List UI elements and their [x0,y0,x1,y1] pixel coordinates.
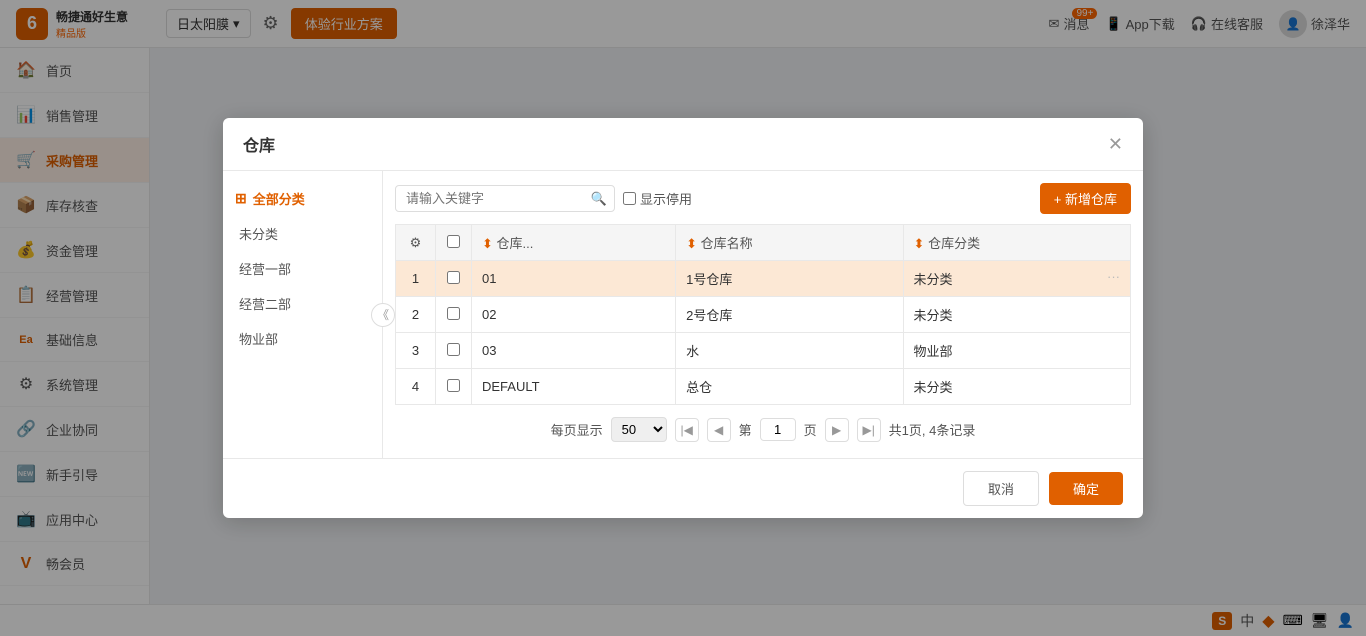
table-toolbar: 🔍 显示停用 + 新增仓库 [395,183,1131,214]
sort-icon-code: ⬍ [482,236,493,251]
category-item-ops2[interactable]: 经营二部 [223,286,382,321]
td-code-2: 03 [472,333,676,369]
page-input[interactable] [760,418,796,441]
table-row: 1 01 1号仓库 未分类··· [396,261,1131,297]
first-page-button[interactable]: |◀ [675,418,699,442]
table-header-row: ⚙ ⬍ 仓库... ⬍ 仓库名称 [396,225,1131,261]
table-area: 🔍 显示停用 + 新增仓库 ⚙ [383,171,1143,458]
modal-footer: 取消 确定 [223,458,1143,518]
td-category-0: 未分类··· [903,261,1130,297]
modal-overlay: 仓库 ✕ ⊞ 全部分类 未分类 经营一部 经营二部 物业部 《 [0,0,1366,636]
row-checkbox-0[interactable] [447,271,460,284]
show-disabled-checkbox[interactable] [623,192,636,205]
category-item-unclassified[interactable]: 未分类 [223,216,382,251]
prev-page-button[interactable]: ◀ [707,418,731,442]
table-row: 3 03 水 物业部 [396,333,1131,369]
select-all-checkbox[interactable] [447,235,460,248]
td-checkbox-1[interactable] [436,297,472,333]
td-name-0: 1号仓库 [676,261,903,297]
table-body: 1 01 1号仓库 未分类··· 2 02 2号仓库 未分类 3 03 水 物业… [396,261,1131,405]
all-category-header[interactable]: ⊞ 全部分类 [223,181,382,216]
sort-icon-name: ⬍ [686,236,697,251]
td-checkbox-3[interactable] [436,369,472,405]
row-ellipsis-0[interactable]: ··· [1107,269,1120,284]
td-name-1: 2号仓库 [676,297,903,333]
td-code-0: 01 [472,261,676,297]
table-scroll: ⚙ ⬍ 仓库... ⬍ 仓库名称 [395,224,1131,405]
row-checkbox-2[interactable] [447,343,460,356]
td-num-3: 4 [396,369,436,405]
sort-icon-category: ⬍ [914,236,925,251]
th-checkbox [436,225,472,261]
modal-header: 仓库 ✕ [223,118,1143,171]
pagination: 每页显示 50 20 100 |◀ ◀ 第 页 ▶ ▶| 共1页, 4条记录 [395,405,1131,446]
row-checkbox-3[interactable] [447,379,460,392]
add-warehouse-button[interactable]: + 新增仓库 [1040,183,1131,214]
warehouse-modal: 仓库 ✕ ⊞ 全部分类 未分类 经营一部 经营二部 物业部 《 [223,118,1143,518]
table-row: 4 DEFAULT 总仓 未分类 [396,369,1131,405]
next-page-button[interactable]: ▶ [825,418,849,442]
td-category-2: 物业部 [903,333,1130,369]
category-item-property[interactable]: 物业部 [223,321,382,356]
td-num-2: 3 [396,333,436,369]
search-icon: 🔍 [591,191,607,207]
show-disabled-wrap: 显示停用 [623,189,692,208]
category-sidebar: ⊞ 全部分类 未分类 经营一部 经营二部 物业部 [223,171,383,458]
td-code-1: 02 [472,297,676,333]
per-page-label: 每页显示 [551,420,603,439]
th-name: ⬍ 仓库名称 [676,225,903,261]
confirm-button[interactable]: 确定 [1049,472,1123,505]
modal-title: 仓库 [243,132,275,156]
td-name-3: 总仓 [676,369,903,405]
td-num-0: 1 [396,261,436,297]
last-page-button[interactable]: ▶| [857,418,881,442]
search-input[interactable] [395,185,615,212]
total-info: 共1页, 4条记录 [889,420,976,439]
collapse-sidebar-button[interactable]: 《 [371,303,395,327]
modal-body: ⊞ 全部分类 未分类 经营一部 经营二部 物业部 《 🔍 [223,171,1143,458]
category-item-ops1[interactable]: 经营一部 [223,251,382,286]
page-unit: 页 [804,420,817,439]
grid-icon: ⊞ [235,190,247,207]
th-category: ⬍ 仓库分类 [903,225,1130,261]
td-name-2: 水 [676,333,903,369]
td-checkbox-2[interactable] [436,333,472,369]
modal-close-button[interactable]: ✕ [1108,134,1123,155]
search-wrap: 🔍 [395,185,615,212]
warehouse-table: ⚙ ⬍ 仓库... ⬍ 仓库名称 [395,224,1131,405]
th-gear: ⚙ [396,225,436,261]
cancel-button[interactable]: 取消 [963,471,1039,506]
row-checkbox-1[interactable] [447,307,460,320]
td-num-1: 2 [396,297,436,333]
td-checkbox-0[interactable] [436,261,472,297]
td-code-3: DEFAULT [472,369,676,405]
page-label: 第 [739,420,752,439]
table-row: 2 02 2号仓库 未分类 [396,297,1131,333]
td-category-1: 未分类 [903,297,1130,333]
td-category-3: 未分类 [903,369,1130,405]
th-code: ⬍ 仓库... [472,225,676,261]
show-disabled-label: 显示停用 [640,189,692,208]
per-page-select[interactable]: 50 20 100 [611,417,667,442]
